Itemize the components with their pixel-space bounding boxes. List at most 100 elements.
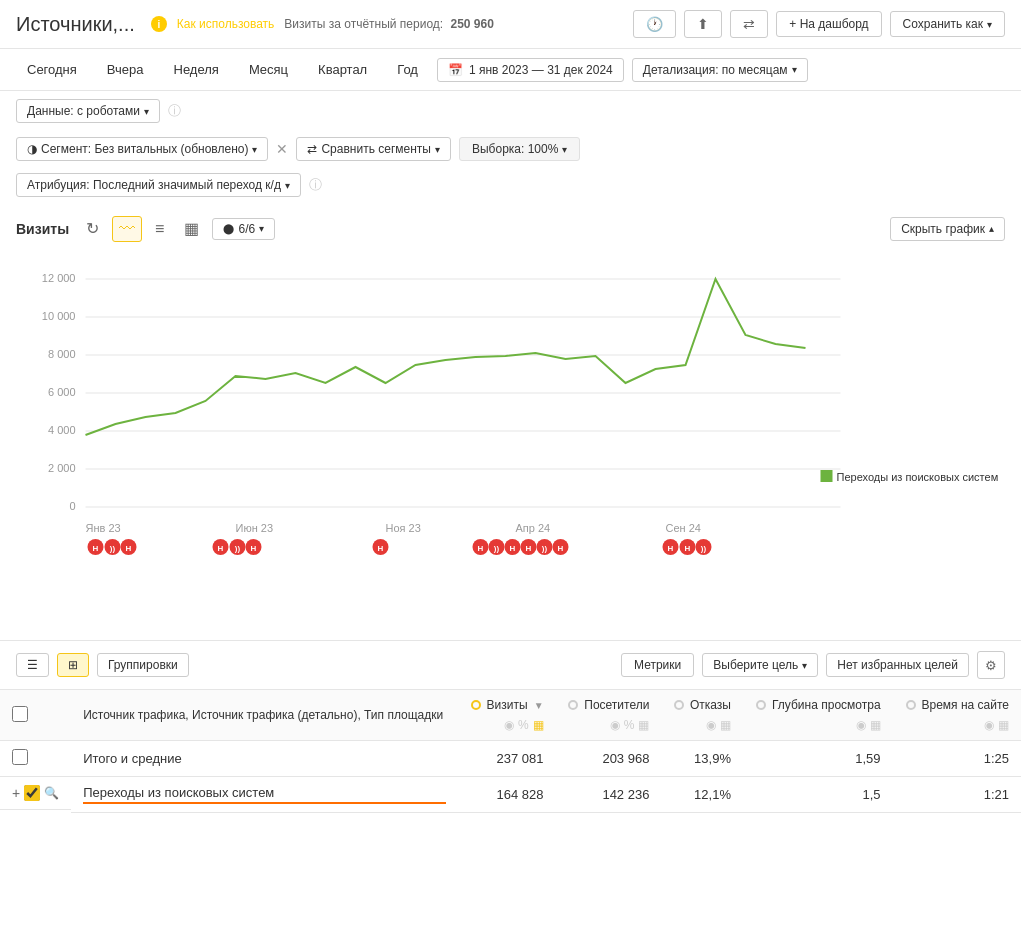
pie-depth-icon[interactable]: ◉ bbox=[856, 718, 866, 732]
svg-text:Ноя 23: Ноя 23 bbox=[386, 522, 421, 534]
metrics-button[interactable]: Метрики bbox=[621, 653, 694, 677]
pie-time-icon[interactable]: ◉ bbox=[984, 718, 994, 732]
arrows-button[interactable]: ⇄ bbox=[730, 10, 768, 38]
radio-bounces[interactable] bbox=[674, 700, 684, 710]
visits-info: Визиты за отчётный период: 250 960 bbox=[284, 17, 494, 31]
export-button[interactable]: ⬆ bbox=[684, 10, 722, 38]
chevron-down-icon: ▾ bbox=[792, 64, 797, 75]
chevron-down-icon: ▾ bbox=[802, 660, 807, 671]
bar-bounces-icon[interactable]: ▦ bbox=[720, 718, 731, 732]
svg-text:8 000: 8 000 bbox=[48, 348, 76, 360]
radio-depth[interactable] bbox=[756, 700, 766, 710]
svg-text:Н: Н bbox=[510, 544, 516, 553]
chart-title: Визиты bbox=[16, 221, 69, 237]
time-header: Время на сайте ◉ ▦ bbox=[893, 690, 1021, 741]
row-visits-cell: 164 828 bbox=[458, 777, 556, 813]
radio-visits[interactable] bbox=[471, 700, 481, 710]
percent-visitors-icon[interactable]: % bbox=[624, 718, 635, 732]
chevron-down-icon: ▾ bbox=[285, 180, 290, 191]
compare-segments-button[interactable]: ⇄ Сравнить сегменты ▾ bbox=[296, 137, 451, 161]
chevron-down-icon: ▾ bbox=[259, 223, 264, 234]
period-quarter[interactable]: Квартал bbox=[307, 57, 378, 82]
period-year[interactable]: Год bbox=[386, 57, 429, 82]
chevron-down-icon: ▾ bbox=[252, 144, 257, 155]
expand-button[interactable]: + bbox=[12, 785, 20, 801]
select-all-checkbox[interactable] bbox=[12, 706, 28, 722]
svg-rect-51 bbox=[821, 470, 833, 482]
bar-visitors-icon[interactable]: ▦ bbox=[638, 718, 649, 732]
bounces-header: Отказы ◉ ▦ bbox=[661, 690, 743, 741]
svg-text:Сен 24: Сен 24 bbox=[666, 522, 701, 534]
row-depth-cell: 1,5 bbox=[743, 777, 893, 813]
total-depth-cell: 1,59 bbox=[743, 741, 893, 777]
add-to-dashboard-button[interactable]: + На дашборд bbox=[776, 11, 881, 37]
info-icon: i bbox=[151, 16, 167, 32]
svg-text:)): )) bbox=[235, 544, 241, 553]
data-filter-button[interactable]: Данные: с роботами ▾ bbox=[16, 99, 160, 123]
groupings-button[interactable]: Группировки bbox=[97, 653, 189, 677]
period-month[interactable]: Месяц bbox=[238, 57, 299, 82]
chart-area-button[interactable]: ≡ bbox=[148, 216, 171, 242]
svg-text:2 000: 2 000 bbox=[48, 462, 76, 474]
date-range-button[interactable]: 📅 1 янв 2023 — 31 дек 2024 bbox=[437, 58, 624, 82]
sampling-button[interactable]: Выборка: 100% ▾ bbox=[459, 137, 580, 161]
hide-chart-button[interactable]: Скрыть график ▴ bbox=[890, 217, 1005, 241]
row-label-cell[interactable]: Переходы из поисковых систем bbox=[71, 777, 458, 813]
chart-line-button[interactable]: 〰 bbox=[112, 216, 142, 242]
svg-text:6 000: 6 000 bbox=[48, 386, 76, 398]
series-selector-button[interactable]: ⬤ 6/6 ▾ bbox=[212, 218, 275, 240]
segment-button[interactable]: ◑ Сегмент: Без витальных (обновлено) ▾ bbox=[16, 137, 268, 161]
chart-bar-button[interactable]: ▦ bbox=[177, 215, 206, 242]
pie-col-icon[interactable]: ◉ bbox=[504, 718, 514, 732]
fav-goals-button[interactable]: Нет избранных целей bbox=[826, 653, 969, 677]
pie-bounces-icon[interactable]: ◉ bbox=[706, 718, 716, 732]
depth-header: Глубина просмотра ◉ ▦ bbox=[743, 690, 893, 741]
circle-icon: ⬤ bbox=[223, 223, 234, 234]
pie-visitors-icon[interactable]: ◉ bbox=[610, 718, 620, 732]
visitors-header: Посетители ◉ % ▦ bbox=[556, 690, 662, 741]
total-checkbox[interactable] bbox=[12, 749, 28, 765]
svg-text:Н: Н bbox=[251, 544, 257, 553]
detail-button[interactable]: Детализация: по месяцам ▾ bbox=[632, 58, 808, 82]
bar-col-icon[interactable]: ▦ bbox=[533, 718, 544, 732]
save-as-button[interactable]: Сохранить как ▾ bbox=[890, 11, 1005, 37]
segment-close-button[interactable]: ✕ bbox=[276, 141, 288, 157]
list-view-button[interactable]: ☰ bbox=[16, 653, 49, 677]
row-visitors-cell: 142 236 bbox=[556, 777, 662, 813]
chart-refresh-button[interactable]: ↻ bbox=[79, 215, 106, 242]
svg-text:Апр 24: Апр 24 bbox=[516, 522, 551, 534]
clock-button[interactable]: 🕐 bbox=[633, 10, 676, 38]
bar-depth-icon[interactable]: ▦ bbox=[870, 718, 881, 732]
compare-icon: ⇄ bbox=[307, 142, 317, 156]
percent-col-icon[interactable]: % bbox=[518, 718, 529, 732]
svg-text:)): )) bbox=[494, 544, 500, 553]
total-row: Итого и средние 237 081 203 968 13,9% 1,… bbox=[0, 741, 1021, 777]
table-view-button[interactable]: ⊞ bbox=[57, 653, 89, 677]
data-info-icon: ⓘ bbox=[168, 102, 181, 120]
chevron-down-icon: ▾ bbox=[435, 144, 440, 155]
choose-goal-button[interactable]: Выберите цель ▾ bbox=[702, 653, 818, 677]
svg-text:)): )) bbox=[542, 544, 548, 553]
period-yesterday[interactable]: Вчера bbox=[96, 57, 155, 82]
radio-time[interactable] bbox=[906, 700, 916, 710]
svg-text:0: 0 bbox=[69, 500, 75, 512]
chart-area: 12 000 10 000 8 000 6 000 4 000 2 000 0 … bbox=[16, 252, 1005, 612]
svg-text:)): )) bbox=[110, 544, 116, 553]
attribution-row: Атрибуция: Последний значимый переход к/… bbox=[0, 167, 1021, 203]
row-checkbox[interactable] bbox=[24, 785, 40, 801]
checkbox-header bbox=[0, 690, 71, 741]
radio-visitors[interactable] bbox=[568, 700, 578, 710]
table-row: + 🔍 Переходы из поисковых систем 164 828… bbox=[0, 777, 1021, 813]
search-icon: 🔍 bbox=[44, 786, 59, 800]
sort-arrow-visits[interactable]: ▼ bbox=[534, 700, 544, 711]
how-to-use-link[interactable]: Как использовать bbox=[177, 17, 275, 31]
period-today[interactable]: Сегодня bbox=[16, 57, 88, 82]
svg-text:Н: Н bbox=[558, 544, 564, 553]
bar-time-icon[interactable]: ▦ bbox=[998, 718, 1009, 732]
total-visitors-cell: 203 968 bbox=[556, 741, 662, 777]
settings-button[interactable]: ⚙ bbox=[977, 651, 1005, 679]
chart-controls: ↻ 〰 ≡ ▦ ⬤ 6/6 ▾ bbox=[79, 215, 275, 242]
attribution-button[interactable]: Атрибуция: Последний значимый переход к/… bbox=[16, 173, 301, 197]
period-week[interactable]: Неделя bbox=[163, 57, 230, 82]
total-time-cell: 1:25 bbox=[893, 741, 1021, 777]
